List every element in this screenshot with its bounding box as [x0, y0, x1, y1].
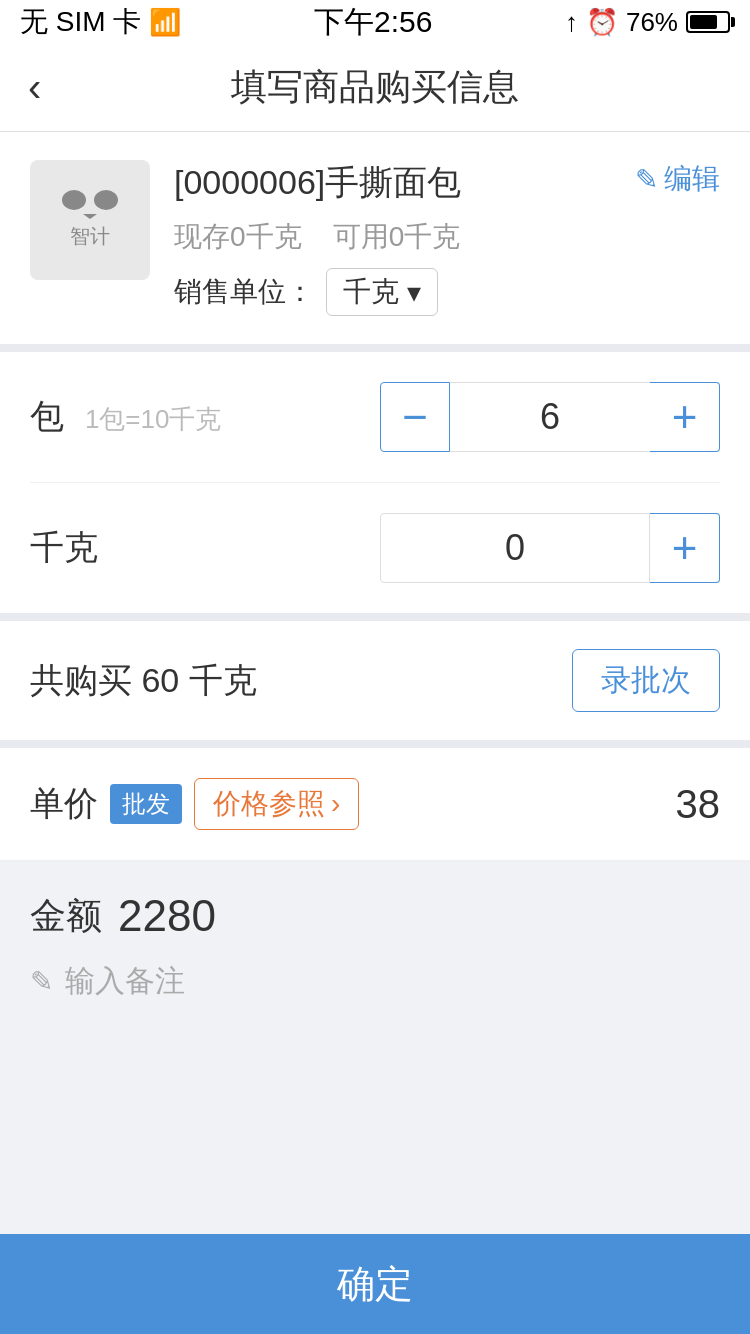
status-bar: 无 SIM 卡 📶 下午2:56 ↑ ⏰ 76%: [0, 0, 750, 44]
kg-row: 千克 +: [30, 483, 720, 613]
product-card: 智计 ✎ 编辑 [0000006]手撕面包 现存0千克 可用0千克 销售单位： …: [0, 132, 750, 352]
amount-label: 金额: [30, 892, 102, 941]
edit-button[interactable]: ✎ 编辑: [635, 160, 720, 198]
battery-percent: 76%: [626, 7, 678, 38]
kg-control: +: [380, 513, 720, 583]
kg-increase-button[interactable]: +: [650, 513, 720, 583]
owl-eyes: [62, 190, 118, 210]
available-label: 可用0千克: [333, 221, 461, 252]
price-label-group: 单价 批发 价格参照 ›: [30, 778, 359, 830]
status-time: 下午2:56: [314, 2, 432, 43]
edit-label: 编辑: [664, 160, 720, 198]
product-title: 手撕面包: [325, 163, 461, 201]
total-text: 共购买 60 千克: [30, 658, 257, 704]
edit-icon: ✎: [635, 163, 658, 196]
amount-value: 2280: [118, 891, 216, 941]
price-section: 单价 批发 价格参照 › 38: [0, 748, 750, 861]
price-value: 38: [676, 782, 721, 827]
amount-section: 金额 2280 ✎ 输入备注: [0, 861, 750, 1022]
product-image: 智计: [30, 160, 150, 280]
kg-label: 千克: [30, 525, 98, 571]
status-right: ↑ ⏰ 76%: [565, 7, 730, 38]
unit-arrow: ▾: [407, 276, 421, 309]
stock-label: 现存0千克: [174, 221, 302, 252]
battery-icon: [686, 11, 730, 33]
product-info-container: ✎ 编辑 [0000006]手撕面包 现存0千克 可用0千克 销售单位： 千克 …: [174, 160, 720, 316]
unit-selector[interactable]: 千克 ▾: [326, 268, 438, 316]
unit-value: 千克: [343, 273, 399, 311]
unit-label: 销售单位：: [174, 273, 314, 311]
owl-eye-left: [62, 190, 86, 210]
bao-label: 包: [30, 397, 64, 435]
price-ref-label: 价格参照: [213, 785, 325, 823]
owl-beak: [83, 214, 97, 219]
nav-bar: ‹ 填写商品购买信息: [0, 44, 750, 132]
location-icon: ↑: [565, 7, 578, 38]
product-stock: 现存0千克 可用0千克: [174, 218, 720, 256]
bao-input[interactable]: [450, 382, 650, 452]
note-row[interactable]: ✎ 输入备注: [30, 961, 720, 1002]
wifi-icon: 📶: [149, 7, 181, 38]
bao-label-group: 包 1包=10千克: [30, 394, 221, 440]
back-button[interactable]: ‹: [28, 65, 41, 110]
price-type-tag: 批发: [110, 784, 182, 824]
note-placeholder: 输入备注: [65, 961, 185, 1002]
amount-row: 金额 2280: [30, 891, 720, 941]
product-logo: 智计: [50, 190, 130, 250]
alarm-icon: ⏰: [586, 7, 618, 38]
kg-input[interactable]: [380, 513, 650, 583]
status-left: 无 SIM 卡 📶: [20, 3, 181, 41]
bao-row: 包 1包=10千克 − +: [30, 352, 720, 483]
carrier-label: 无 SIM 卡: [20, 3, 141, 41]
quantity-section: 包 1包=10千克 − + 千克 +: [0, 352, 750, 621]
bao-increase-button[interactable]: +: [650, 382, 720, 452]
logo-text: 智计: [70, 223, 110, 250]
bao-sublabel: 1包=10千克: [85, 404, 222, 434]
bao-decrease-button[interactable]: −: [380, 382, 450, 452]
product-unit-row: 销售单位： 千克 ▾: [174, 268, 720, 316]
product-code: [0000006]: [174, 163, 325, 201]
price-ref-arrow: ›: [331, 788, 340, 820]
bao-control: − +: [380, 382, 720, 452]
confirm-button[interactable]: 确定: [0, 1234, 750, 1334]
total-row: 共购买 60 千克 录批次: [0, 621, 750, 748]
price-reference-button[interactable]: 价格参照 ›: [194, 778, 359, 830]
batch-button[interactable]: 录批次: [572, 649, 720, 712]
price-row: 单价 批发 价格参照 › 38: [30, 778, 720, 860]
price-label: 单价: [30, 781, 98, 827]
page-title: 填写商品购买信息: [231, 63, 519, 112]
note-icon: ✎: [30, 965, 53, 998]
owl-eye-right: [94, 190, 118, 210]
